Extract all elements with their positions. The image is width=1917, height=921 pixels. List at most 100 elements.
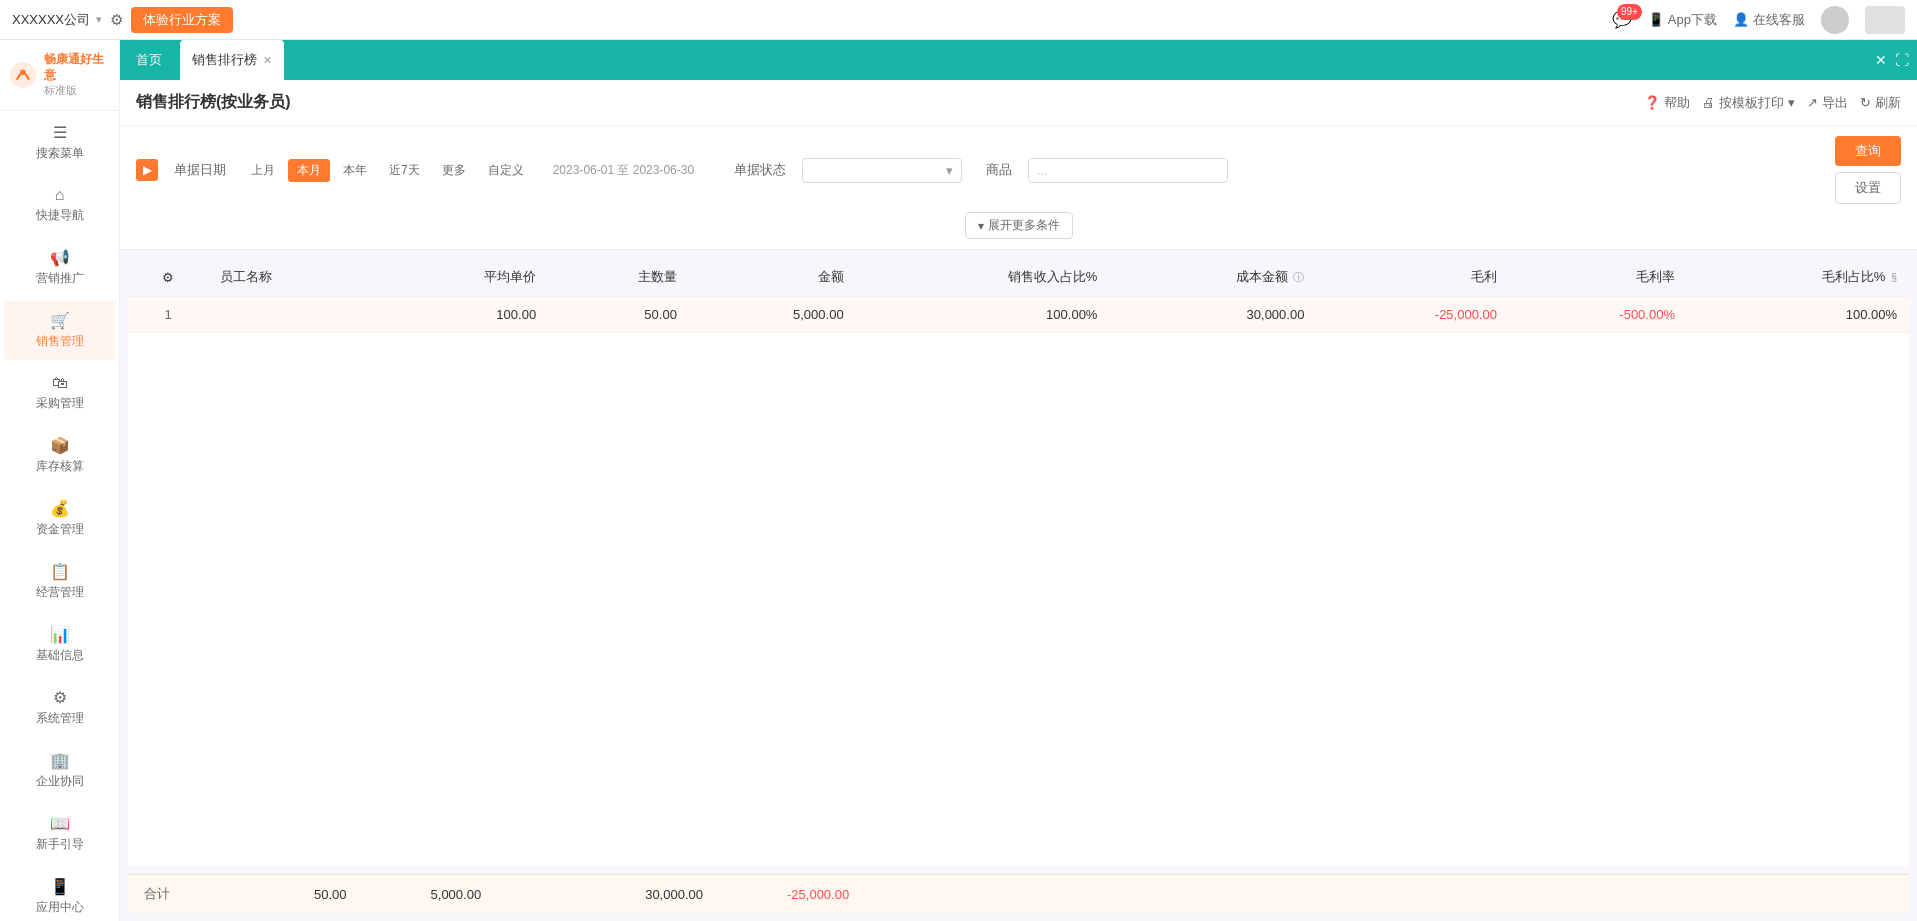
goods-input[interactable]: ... (1028, 158, 1228, 183)
cell-gross-pct: 100.00% (1687, 297, 1909, 333)
table-container: ⚙ 员工名称 平均单价 主数量 金额 销售收入占比% 成本金额 ⓘ 毛利 (128, 258, 1909, 866)
export-btn[interactable]: ↗ 导出 (1807, 94, 1848, 112)
enterprise-icon: 🏢 (50, 751, 70, 770)
date-label: 单据日期 (174, 161, 226, 179)
footer-label: 合计 (144, 885, 170, 903)
sidebar-item-label: 资金管理 (36, 521, 84, 538)
operations-icon: 📋 (50, 562, 70, 581)
expand-conditions-btn[interactable]: ▾ 展开更多条件 (965, 212, 1073, 239)
date-tab-this-month[interactable]: 本月 (288, 159, 330, 182)
home-icon: ⌂ (55, 186, 65, 204)
filter-toggle-btn[interactable]: ▶ (136, 159, 158, 181)
select-chevron-icon: ▾ (946, 163, 953, 178)
sidebar-item-operations[interactable]: 📋 经营管理 (4, 552, 115, 611)
download-icon: 📱 (1648, 12, 1664, 27)
refresh-icon: ↻ (1860, 95, 1871, 110)
sidebar-item-label: 库存核算 (36, 458, 84, 475)
online-service-btn[interactable]: 👤 在线客服 (1733, 11, 1805, 29)
query-button[interactable]: 查询 (1835, 136, 1901, 166)
page-title: 销售排行榜(按业务员) (136, 92, 291, 113)
sidebar-item-app-center[interactable]: 📱 应用中心 (4, 867, 115, 921)
date-range-text: 2023-06-01 至 2023-06-30 (553, 162, 694, 179)
message-icon[interactable]: 💬 99+ (1612, 10, 1632, 29)
sidebar-item-label: 系统管理 (36, 710, 84, 727)
filter-area: ▶ 单据日期 上月 本月 本年 近7天 更多 自定义 2023-06-01 至 … (120, 126, 1917, 250)
table-body: 1 100.00 50.00 5,000.00 100.00% 30,000.0… (128, 297, 1909, 333)
date-tabs: 上月 本月 本年 近7天 更多 自定义 (242, 159, 533, 182)
col-gross-profit: 毛利 (1316, 258, 1509, 297)
sidebar-item-label: 企业协同 (36, 773, 84, 790)
date-tab-custom[interactable]: 自定义 (479, 159, 533, 182)
close-window-icon[interactable]: ✕ (1875, 52, 1887, 68)
sidebar-item-label: 快捷导航 (36, 207, 84, 224)
cell-rank: 1 (128, 297, 208, 333)
sidebar-item-purchase[interactable]: 🛍 采购管理 (4, 364, 115, 422)
sidebar-item-enterprise[interactable]: 🏢 企业协同 (4, 741, 115, 800)
company-selector[interactable]: XXXXXX公司 ▾ (12, 11, 102, 29)
gear-col-icon[interactable]: ⚙ (162, 270, 174, 285)
data-table: ⚙ 员工名称 平均单价 主数量 金额 销售收入占比% 成本金额 ⓘ 毛利 (128, 258, 1909, 333)
message-badge: 99+ (1617, 4, 1642, 20)
logo-title: 畅康通好生意 (44, 52, 111, 83)
tab-bar: 首页 销售排行榜 ✕ ✕ ⛶ (120, 40, 1917, 80)
app-download-btn[interactable]: 📱 App下载 (1648, 11, 1717, 29)
basic-info-icon: 📊 (50, 625, 70, 644)
footer-qty: 50.00 (314, 887, 347, 902)
tab-home[interactable]: 首页 (120, 40, 178, 80)
sidebar-item-guide[interactable]: 📖 新手引导 (4, 804, 115, 863)
filter-actions: 查询 设置 (1835, 136, 1901, 204)
tab-sales-ranking[interactable]: 销售排行榜 ✕ (180, 40, 284, 80)
date-tab-this-year[interactable]: 本年 (334, 159, 376, 182)
avatar[interactable] (1821, 6, 1849, 34)
sidebar-item-search-order[interactable]: ☰ 搜索菜单 (4, 113, 115, 172)
sidebar-item-label: 搜索菜单 (36, 145, 84, 162)
print-chevron-icon: ▾ (1788, 95, 1795, 110)
sidebar-item-label: 应用中心 (36, 899, 84, 916)
col-gear[interactable]: ⚙ (128, 258, 208, 297)
status-selector[interactable]: ▾ (802, 158, 962, 183)
col-gross-pct: 毛利占比% § (1687, 258, 1909, 297)
chevron-down-icon: ▾ (96, 13, 102, 26)
date-tab-last-month[interactable]: 上月 (242, 159, 284, 182)
cell-avg-price: 100.00 (378, 297, 548, 333)
sidebar-item-marketing[interactable]: 📢 营销推广 (4, 238, 115, 297)
sidebar-item-label: 采购管理 (36, 395, 84, 412)
sidebar-item-system[interactable]: ⚙ 系统管理 (4, 678, 115, 737)
tab-close-icon[interactable]: ✕ (263, 54, 272, 67)
maximize-icon[interactable]: ⛶ (1895, 52, 1909, 68)
date-tab-more[interactable]: 更多 (433, 159, 475, 182)
refresh-btn[interactable]: ↻ 刷新 (1860, 94, 1901, 112)
expand-icon: ▾ (978, 219, 984, 233)
help-btn[interactable]: ❓ 帮助 (1644, 94, 1690, 112)
logo-subtitle: 标准版 (44, 83, 111, 98)
sidebar-item-quick-nav[interactable]: ⌂ 快捷导航 (4, 176, 115, 234)
cell-employee (208, 297, 378, 333)
gear-icon[interactable]: ⚙ (110, 11, 123, 29)
footer-cost: 30,000.00 (645, 887, 703, 902)
search-icon: ☰ (53, 123, 67, 142)
logo-icon (8, 59, 38, 91)
cost-info-icon[interactable]: ⓘ (1293, 271, 1304, 283)
gross-pct-info-icon[interactable]: § (1891, 271, 1897, 283)
sidebar-item-basic-info[interactable]: 📊 基础信息 (4, 615, 115, 674)
goods-placeholder: ... (1037, 163, 1048, 178)
status-label: 单据状态 (734, 161, 786, 179)
template-print-btn[interactable]: 🖨 按模板打印 ▾ (1702, 94, 1795, 112)
footer-gross-profit: -25,000.00 (787, 887, 849, 902)
help-icon: ❓ (1644, 95, 1660, 110)
col-avg-price: 平均单价 (378, 258, 548, 297)
goods-label: 商品 (986, 161, 1012, 179)
col-sales-pct: 销售收入占比% (856, 258, 1110, 297)
purchase-icon: 🛍 (52, 374, 68, 392)
sidebar-item-finance[interactable]: 💰 资金管理 (4, 489, 115, 548)
sidebar-item-inventory[interactable]: 📦 库存核算 (4, 426, 115, 485)
cell-qty: 50.00 (548, 297, 689, 333)
sidebar-item-sales[interactable]: 🛒 销售管理 (4, 301, 115, 360)
sidebar-logo: 畅康通好生意 标准版 (0, 40, 119, 111)
settings-button[interactable]: 设置 (1835, 172, 1901, 204)
date-tab-7days[interactable]: 近7天 (380, 159, 429, 182)
col-qty: 主数量 (548, 258, 689, 297)
trial-button[interactable]: 体验行业方案 (131, 7, 233, 33)
col-amount: 金额 (689, 258, 856, 297)
content-area: 首页 销售排行榜 ✕ ✕ ⛶ 销售排行榜(按业务员) ❓ 帮助 (120, 40, 1917, 921)
